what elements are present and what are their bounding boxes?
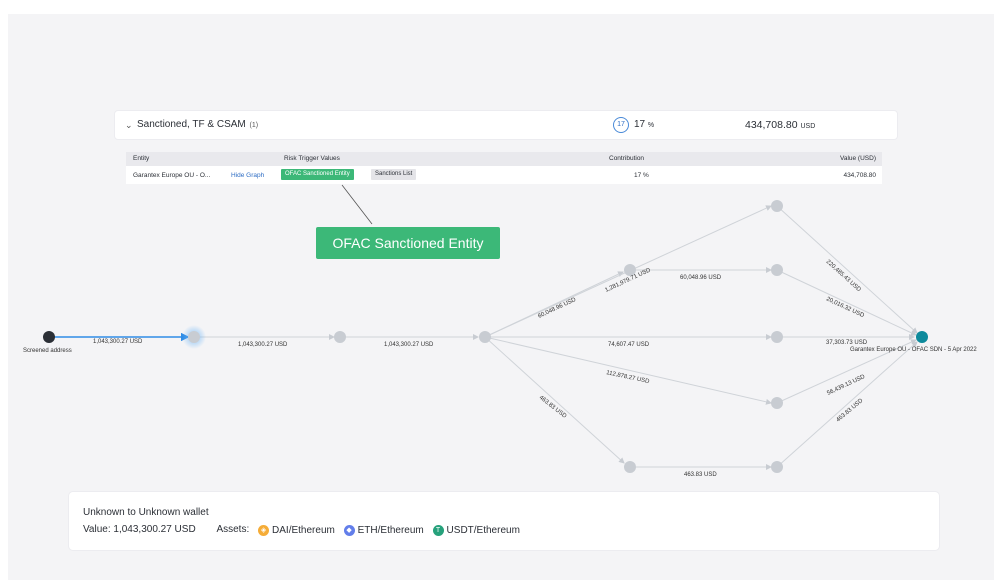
edge-n3-to-bottom[interactable] — [484, 336, 625, 464]
wallet-node[interactable] — [771, 397, 783, 409]
edge-label: 1,043,300.27 USD — [384, 342, 434, 348]
wallet-node[interactable] — [771, 331, 783, 343]
edge-label: 56,439.13 USD — [826, 374, 866, 397]
edge-label: 1,043,300.27 USD — [238, 342, 288, 348]
assets-label: Assets: — [216, 524, 250, 535]
wallet-node[interactable] — [771, 461, 783, 473]
edge-label: 60,048.96 USD — [680, 275, 722, 281]
target-entity-label: Garantex Europe OU - OFAC SDN - 5 Apr 20… — [850, 347, 977, 353]
info-details: Value: 1,043,300.27 USD Assets: ◈ DAI/Et… — [83, 524, 520, 536]
dai-icon: ◈ — [258, 525, 270, 536]
edge-label: 463.83 USD — [684, 472, 717, 478]
edge-label: 220,485.43 USD — [825, 259, 862, 294]
edge-bottomright-to-target[interactable] — [776, 341, 918, 468]
edge-label: 60,048.96 USD — [537, 297, 577, 320]
usdt-icon: T — [432, 525, 444, 536]
asset-dai: ◈ DAI/Ethereum — [258, 525, 335, 536]
info-title: Unknown to Unknown wallet — [83, 507, 209, 518]
ofac-tooltip: OFAC Sanctioned Entity — [316, 227, 500, 259]
info-value: Value: 1,043,300.27 USD — [83, 524, 196, 535]
wallet-node[interactable] — [188, 331, 200, 343]
target-entity-node[interactable] — [916, 331, 928, 343]
asset-eth: ◆ ETH/Ethereum — [343, 525, 424, 536]
asset-name: USDT/Ethereum — [446, 525, 520, 536]
asset-usdt: T USDT/Ethereum — [432, 525, 520, 536]
edge-label: 37,303.73 USD — [826, 340, 868, 346]
wallet-node[interactable] — [771, 200, 783, 212]
edge-info-card: Unknown to Unknown wallet Value: 1,043,3… — [69, 492, 939, 550]
edge-label: 20,016.32 USD — [825, 296, 865, 319]
asset-name: DAI/Ethereum — [272, 525, 335, 536]
asset-name: ETH/Ethereum — [357, 525, 424, 536]
edge-label: 1,043,300.27 USD — [93, 339, 143, 345]
edge-label: 112,878.27 USD — [606, 370, 651, 385]
edge-label: 74,607.47 USD — [608, 342, 650, 348]
wallet-node[interactable] — [334, 331, 346, 343]
wallet-node[interactable] — [771, 264, 783, 276]
tooltip-connector — [341, 184, 373, 225]
edge-top-to-target[interactable] — [776, 205, 918, 334]
screened-address-node[interactable] — [43, 331, 55, 343]
screened-address-label: Screened address — [23, 348, 72, 354]
eth-icon: ◆ — [343, 525, 355, 536]
wallet-node[interactable] — [624, 461, 636, 473]
wallet-node[interactable] — [479, 331, 491, 343]
